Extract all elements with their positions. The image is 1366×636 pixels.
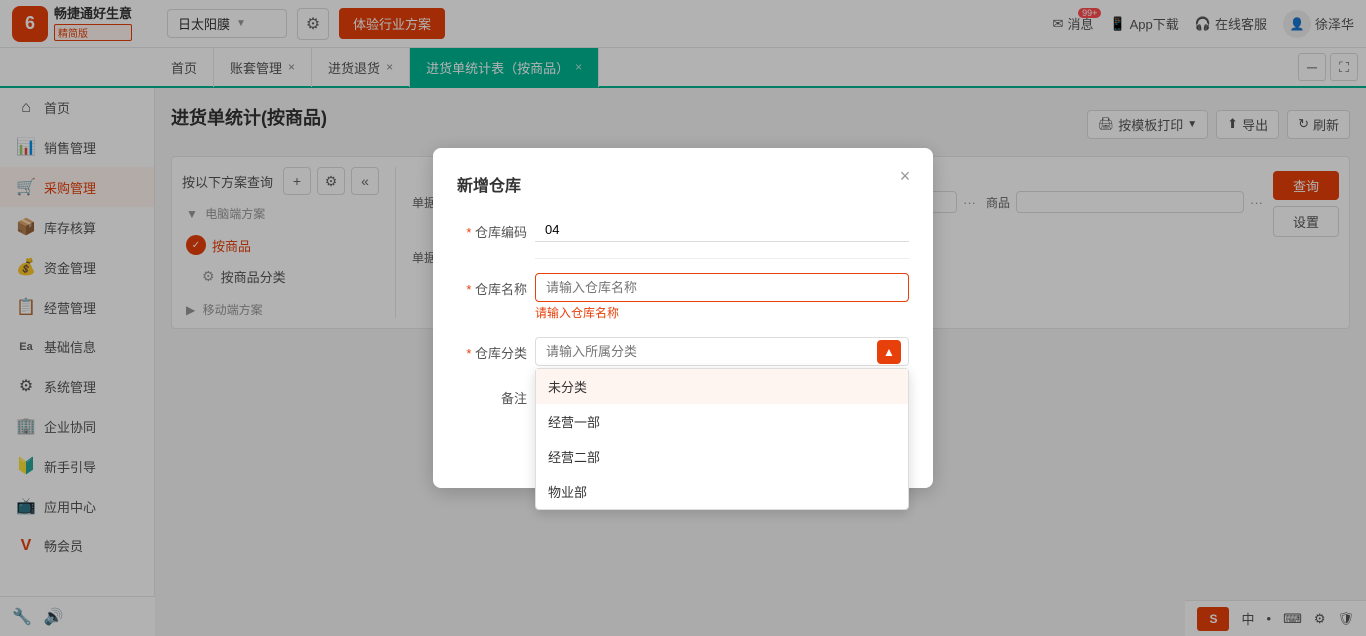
name-label: 仓库名称 xyxy=(457,273,527,298)
note-label: 备注 xyxy=(457,382,527,407)
name-input[interactable] xyxy=(535,273,909,302)
category-dropdown-toggle[interactable]: ▲ xyxy=(877,340,901,364)
dropdown-option-property[interactable]: 物业部 xyxy=(536,474,908,509)
name-error-message: 请输入仓库名称 xyxy=(535,304,909,321)
code-input[interactable] xyxy=(535,216,909,242)
dropdown-option-dept2[interactable]: 经营二部 xyxy=(536,439,908,474)
modal-overlay[interactable]: 新增仓库 × 仓库编码 仓库名称 请输入仓库名称 仓库分类 ▲ 未 xyxy=(0,0,1366,636)
name-form-row: 仓库名称 请输入仓库名称 xyxy=(457,273,909,321)
category-dropdown-list: 未分类 经营一部 经营二部 物业部 xyxy=(535,368,909,510)
category-dropdown-wrapper: ▲ 未分类 经营一部 经营二部 物业部 xyxy=(535,337,909,366)
new-warehouse-modal: 新增仓库 × 仓库编码 仓库名称 请输入仓库名称 仓库分类 ▲ 未 xyxy=(433,148,933,488)
name-field-wrapper: 请输入仓库名称 xyxy=(535,273,909,321)
modal-close-button[interactable]: × xyxy=(893,164,917,188)
code-label: 仓库编码 xyxy=(457,216,527,241)
category-label: 仓库分类 xyxy=(457,337,527,362)
dropdown-option-dept1[interactable]: 经营一部 xyxy=(536,404,908,439)
modal-title: 新增仓库 xyxy=(457,172,909,196)
code-field-wrapper xyxy=(535,216,909,242)
category-input[interactable] xyxy=(535,337,909,366)
dropdown-option-uncategorized[interactable]: 未分类 xyxy=(536,369,908,404)
category-form-row: 仓库分类 ▲ 未分类 经营一部 经营二部 物业部 xyxy=(457,337,909,366)
code-form-row: 仓库编码 xyxy=(457,216,909,242)
